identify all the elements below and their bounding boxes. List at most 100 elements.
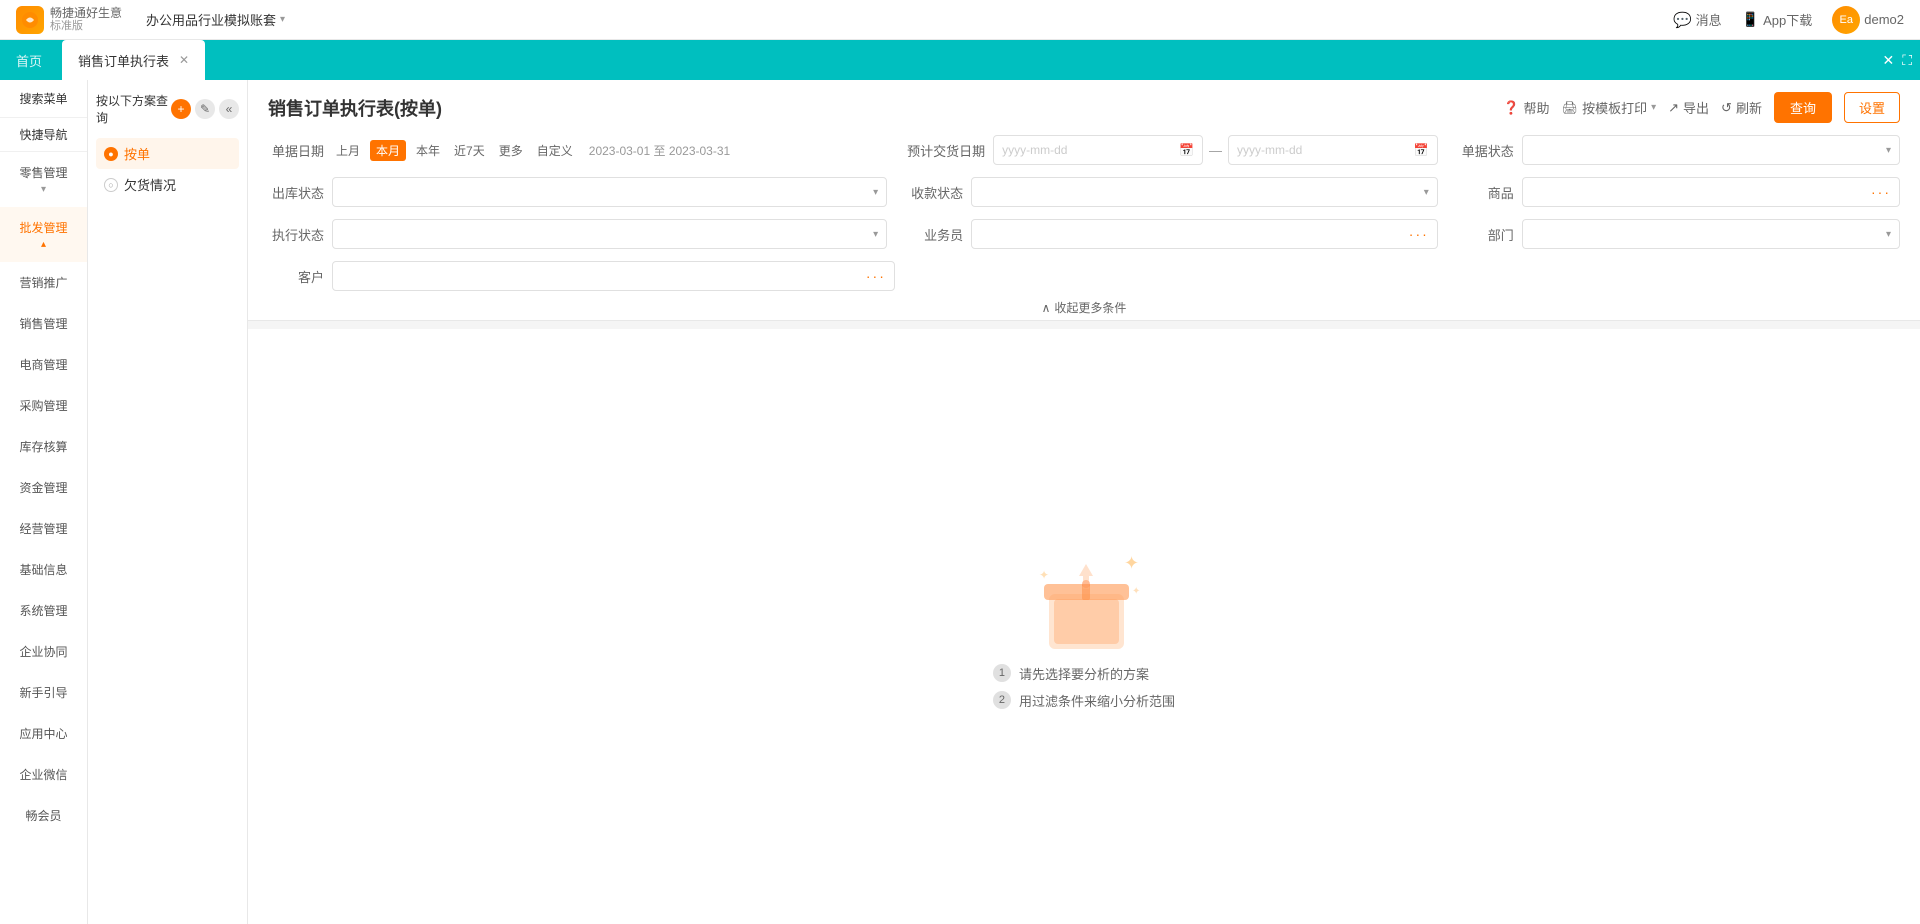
help-button[interactable]: ❓ 帮助 bbox=[1503, 98, 1549, 117]
page-title-row: 销售订单执行表(按单) ❓ 帮助 🖨 按模板打印 ▾ bbox=[268, 92, 1900, 123]
sidebar-quick-nav[interactable]: 快捷导航 bbox=[0, 118, 87, 152]
date-tab-current-month[interactable]: 本月 bbox=[370, 140, 406, 161]
department-select[interactable]: ▾ bbox=[1522, 219, 1900, 249]
user-menu[interactable]: Ea demo2 bbox=[1832, 6, 1904, 34]
sidebar-item-system[interactable]: 系统管理 bbox=[0, 590, 87, 631]
sidebar-item-retail[interactable]: 零售管理 ▾ bbox=[0, 152, 87, 207]
execution-status-label: 执行状态 bbox=[268, 225, 324, 244]
refresh-button[interactable]: ↺ 刷新 bbox=[1721, 98, 1762, 117]
edit-scheme-button[interactable]: ✎ bbox=[195, 99, 215, 119]
filter-salesperson: 业务员 ··· bbox=[907, 219, 1438, 249]
expected-delivery-end[interactable]: yyyy-mm-dd 📅 bbox=[1228, 135, 1438, 165]
settings-button[interactable]: 设置 bbox=[1844, 92, 1900, 123]
query-button[interactable]: 查询 bbox=[1774, 92, 1832, 123]
date-tab-last-7[interactable]: 近7天 bbox=[450, 140, 489, 161]
customer-ellipsis-icon[interactable]: ··· bbox=[866, 268, 886, 284]
edit-icon: ✎ bbox=[200, 102, 210, 116]
execution-status-chevron-icon: ▾ bbox=[873, 229, 878, 240]
calendar-end-icon: 📅 bbox=[1414, 143, 1429, 157]
sidebar-item-operation[interactable]: 经营管理 bbox=[0, 508, 87, 549]
filter-row-4: 客户 ··· bbox=[268, 261, 1900, 291]
sidebar-item-newbie[interactable]: 新手引导 bbox=[0, 672, 87, 713]
hint-text-2: 用过滤条件来缩小分析范围 bbox=[1019, 691, 1175, 710]
goods-label: 商品 bbox=[1458, 183, 1514, 202]
empty-hint-2: 2 用过滤条件来缩小分析范围 bbox=[993, 691, 1175, 710]
sidebar-item-member[interactable]: 畅会员 bbox=[0, 795, 87, 836]
collapse-chevron-icon: ∧ bbox=[1042, 301, 1051, 315]
app-download-button[interactable]: 📱 App下载 bbox=[1742, 10, 1813, 29]
date-separator: — bbox=[1209, 143, 1222, 158]
refresh-icon: ↺ bbox=[1721, 100, 1732, 116]
scheme-item-debt[interactable]: ○ 欠货情况 bbox=[96, 169, 239, 200]
sidebar-item-enterprise[interactable]: 企业协同 bbox=[0, 631, 87, 672]
collapse-filter-button[interactable]: ∧ 收起更多条件 bbox=[268, 291, 1900, 320]
scheme-inactive-dot: ○ bbox=[104, 178, 118, 192]
export-button[interactable]: ↗ 导出 bbox=[1668, 98, 1709, 117]
tab-home[interactable]: 首页 bbox=[0, 40, 58, 80]
sidebar-item-marketing[interactable]: 营销推广 bbox=[0, 262, 87, 303]
left-panel-title: 按以下方案查询 bbox=[96, 92, 171, 126]
delivery-status-select[interactable]: ▾ bbox=[332, 177, 887, 207]
header-right: 💬 消息 📱 App下载 Ea demo2 bbox=[1673, 6, 1904, 34]
customer-label: 客户 bbox=[268, 267, 324, 286]
delivery-status-label: 出库状态 bbox=[268, 183, 324, 202]
sidebar: 搜索菜单 快捷导航 零售管理 ▾ 批发管理 ▴ 营销推广 销售管理 电商管理 采… bbox=[0, 80, 88, 924]
salesperson-ellipsis-icon[interactable]: ··· bbox=[1409, 226, 1429, 242]
main-content: 销售订单执行表(按单) ❓ 帮助 🖨 按模板打印 ▾ bbox=[248, 80, 1920, 924]
filter-date: 单据日期 上月 本月 本年 近7天 更多 自定义 2023-03-01 至 20… bbox=[268, 140, 887, 161]
template-print-button[interactable]: 🖨 按模板打印 ▾ bbox=[1562, 98, 1657, 117]
svg-text:✦: ✦ bbox=[1124, 553, 1139, 573]
payment-status-select[interactable]: ▾ bbox=[971, 177, 1438, 207]
scheme-item-invoice[interactable]: ● 按单 bbox=[96, 138, 239, 169]
print-icon: 🖨 bbox=[1562, 100, 1579, 116]
tab-close-icon[interactable]: ✕ bbox=[179, 53, 189, 67]
tab-sales-order[interactable]: 销售订单执行表 ✕ bbox=[62, 40, 205, 80]
svg-text:✦: ✦ bbox=[1132, 586, 1140, 597]
filter-payment-status: 收款状态 ▾ bbox=[907, 177, 1438, 207]
salesperson-select[interactable]: ··· bbox=[971, 219, 1438, 249]
sidebar-item-wholesale[interactable]: 批发管理 ▴ bbox=[0, 207, 87, 262]
hint-text-1: 请先选择要分析的方案 bbox=[1019, 664, 1149, 683]
order-status-select[interactable]: ▾ bbox=[1522, 135, 1900, 165]
page-actions: ❓ 帮助 🖨 按模板打印 ▾ ↗ 导出 bbox=[1503, 92, 1900, 123]
hint-num-1: 1 bbox=[993, 664, 1011, 682]
sidebar-item-wechat[interactable]: 企业微信 bbox=[0, 754, 87, 795]
order-status-label: 单据状态 bbox=[1458, 141, 1514, 160]
expected-delivery-range: yyyy-mm-dd 📅 — yyyy-mm-dd 📅 bbox=[993, 135, 1438, 165]
tab-bar-controls: ✕ ⛶ bbox=[1882, 52, 1920, 69]
sidebar-item-apps[interactable]: 应用中心 bbox=[0, 713, 87, 754]
sidebar-item-finance[interactable]: 资金管理 bbox=[0, 467, 87, 508]
sidebar-item-basic[interactable]: 基础信息 bbox=[0, 549, 87, 590]
sidebar-item-ecommerce[interactable]: 电商管理 bbox=[0, 344, 87, 385]
execution-status-select[interactable]: ▾ bbox=[332, 219, 887, 249]
breadcrumb[interactable]: 办公用品行业模拟账套 ▾ bbox=[146, 10, 285, 29]
sidebar-item-sales[interactable]: 销售管理 bbox=[0, 303, 87, 344]
empty-state: ✦ ✦ ✦ 1 请先选择要分析的方案 bbox=[248, 329, 1920, 924]
add-scheme-button[interactable]: + bbox=[171, 99, 191, 119]
calendar-icon: 📅 bbox=[1179, 143, 1194, 157]
date-tab-this-year[interactable]: 本年 bbox=[412, 140, 444, 161]
empty-illustration: ✦ ✦ ✦ bbox=[1024, 544, 1144, 644]
logo-icon bbox=[16, 6, 44, 34]
customer-select[interactable]: ··· bbox=[332, 261, 895, 291]
date-tab-last-month[interactable]: 上月 bbox=[332, 140, 364, 161]
download-icon: 📱 bbox=[1742, 11, 1759, 28]
expected-delivery-label: 预计交货日期 bbox=[907, 141, 985, 160]
empty-hint-1: 1 请先选择要分析的方案 bbox=[993, 664, 1175, 683]
sidebar-search[interactable]: 搜索菜单 bbox=[0, 80, 87, 118]
header-left: 畅捷通好生意 标准版 办公用品行业模拟账套 ▾ bbox=[16, 6, 285, 34]
tab-close-all-icon[interactable]: ✕ bbox=[1882, 52, 1894, 69]
goods-select[interactable]: ··· bbox=[1522, 177, 1900, 207]
empty-hints: 1 请先选择要分析的方案 2 用过滤条件来缩小分析范围 bbox=[993, 664, 1175, 710]
collapse-panel-button[interactable]: « bbox=[219, 99, 239, 119]
date-tab-more[interactable]: 更多 bbox=[495, 140, 527, 161]
filter-area: 单据日期 上月 本月 本年 近7天 更多 自定义 2023-03-01 至 20… bbox=[268, 135, 1900, 320]
expected-delivery-start[interactable]: yyyy-mm-dd 📅 bbox=[993, 135, 1203, 165]
tab-expand-icon[interactable]: ⛶ bbox=[1902, 52, 1912, 69]
goods-ellipsis-icon[interactable]: ··· bbox=[1871, 184, 1891, 200]
message-button[interactable]: 💬 消息 bbox=[1673, 10, 1722, 29]
sidebar-item-purchase[interactable]: 采购管理 bbox=[0, 385, 87, 426]
department-chevron-icon: ▾ bbox=[1886, 229, 1891, 240]
sidebar-item-inventory[interactable]: 库存核算 bbox=[0, 426, 87, 467]
date-tab-custom[interactable]: 自定义 bbox=[533, 140, 577, 161]
